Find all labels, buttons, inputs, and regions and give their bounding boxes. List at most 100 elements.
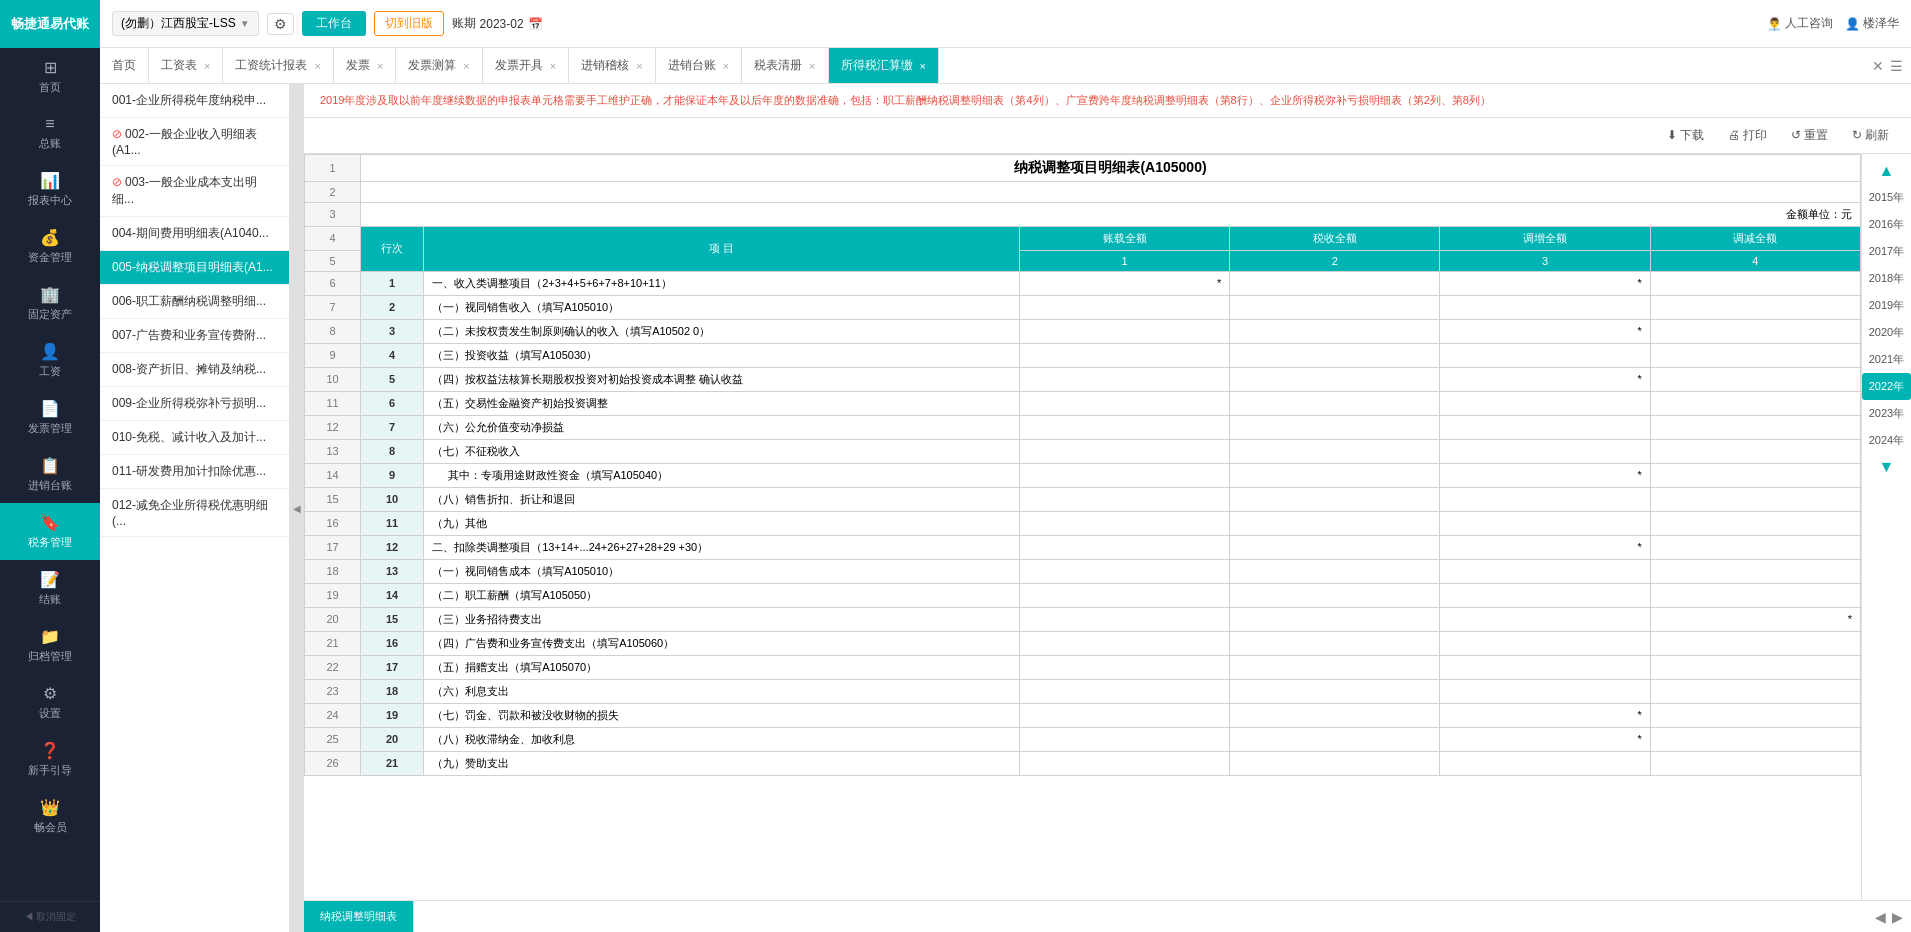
left-item-009[interactable]: 009-企业所得税弥补亏损明...: [100, 387, 289, 421]
sidebar-item-assets[interactable]: 🏢 固定资产: [0, 275, 100, 332]
workbench-btn[interactable]: 工作台: [302, 11, 366, 36]
user-menu[interactable]: 👤 楼泽华: [1845, 15, 1899, 32]
unit-cell: 金额单位：元: [361, 202, 1861, 226]
sidebar-item-invoice[interactable]: 📄 发票管理: [0, 389, 100, 446]
switch-version-btn[interactable]: 切到旧版: [374, 11, 444, 36]
tab-salary-close[interactable]: ×: [204, 60, 210, 72]
year-2015[interactable]: 2015年: [1862, 184, 1911, 211]
left-item-002[interactable]: ⊘002-一般企业收入明细表(A1...: [100, 118, 289, 166]
table-row: 7 2 （一）视同销售收入（填写A105010）: [305, 295, 1861, 319]
year-2023[interactable]: 2023年: [1862, 400, 1911, 427]
tab-tax-clear-close[interactable]: ×: [809, 60, 815, 72]
bottom-scroll-right-btn[interactable]: ▶: [1892, 909, 1903, 925]
close-period-icon: 📝: [40, 570, 60, 589]
sidebar-item-close[interactable]: 📝 结账: [0, 560, 100, 617]
panel-collapse-handle[interactable]: ◀: [290, 84, 304, 932]
tab-income-tax[interactable]: 所得税汇算缴 ×: [829, 48, 939, 84]
table-row: 22 17 （五）捐赠支出（填写A105070）: [305, 655, 1861, 679]
tabs-close-btn[interactable]: ✕: [1872, 58, 1884, 74]
year-up-btn[interactable]: ▲: [1875, 158, 1899, 184]
col1-header: 账载全额: [1019, 226, 1229, 250]
sidebar-item-archive[interactable]: 📁 归档管理: [0, 617, 100, 674]
notice-bar: 2019年度涉及取以前年度继续数据的申报表单元格需要手工维护正确，才能保证本年及…: [304, 84, 1911, 118]
year-2021[interactable]: 2021年: [1862, 346, 1911, 373]
left-item-010[interactable]: 010-免税、减计收入及加计...: [100, 421, 289, 455]
left-panel: 001-企业所得税年度纳税申... ⊘002-一般企业收入明细表(A1... ⊘…: [100, 84, 290, 932]
sidebar-item-settings[interactable]: ⚙ 设置: [0, 674, 100, 731]
left-item-001[interactable]: 001-企业所得税年度纳税申...: [100, 84, 289, 118]
sidebar-item-sales[interactable]: 📋 进销台账: [0, 446, 100, 503]
col3-num: 3: [1440, 250, 1650, 271]
spreadsheet-container[interactable]: 1 纳税调整项目明细表(A105000) 2 3 金额单位：元: [304, 154, 1861, 901]
sidebar-item-tax[interactable]: 🔖 税务管理: [0, 503, 100, 560]
year-2017[interactable]: 2017年: [1862, 238, 1911, 265]
tab-invoice-issue[interactable]: 发票开具 ×: [483, 48, 569, 84]
sidebar-item-guide[interactable]: ❓ 新手引导: [0, 731, 100, 788]
tab-invoice-calc[interactable]: 发票测算 ×: [396, 48, 482, 84]
tab-invoice[interactable]: 发票 ×: [334, 48, 396, 84]
tab-invoice-issue-close[interactable]: ×: [550, 60, 556, 72]
left-item-011[interactable]: 011-研发费用加计扣除优惠...: [100, 455, 289, 489]
vip-icon: 👑: [40, 798, 60, 817]
download-btn[interactable]: ⬇ 下载: [1661, 124, 1710, 147]
tab-salary-report-close[interactable]: ×: [314, 60, 320, 72]
left-item-006[interactable]: 006-职工薪酬纳税调整明细...: [100, 285, 289, 319]
tab-tax-clear[interactable]: 税表清册 ×: [742, 48, 828, 84]
table-row: 12 7 （六）公允价值变动净损益: [305, 415, 1861, 439]
tab-home[interactable]: 首页: [100, 48, 149, 84]
sidebar-item-home[interactable]: ⊞ 首页: [0, 48, 100, 105]
service-btn[interactable]: 👨‍💼 人工咨询: [1767, 15, 1833, 32]
col3-header: 调增全额: [1440, 226, 1650, 250]
year-2022[interactable]: 2022年: [1862, 373, 1911, 400]
error-dot-003: ⊘: [112, 175, 122, 189]
bottom-scroll-left-btn[interactable]: ◀: [1875, 909, 1886, 925]
content-area: 001-企业所得税年度纳税申... ⊘002-一般企业收入明细表(A1... ⊘…: [100, 84, 1911, 932]
tab-sales-check-close[interactable]: ×: [636, 60, 642, 72]
tab-sales-check[interactable]: 进销稽核 ×: [569, 48, 655, 84]
sidebar-item-ledger[interactable]: ≡ 总账: [0, 105, 100, 161]
tabs-more-btn[interactable]: ☰: [1890, 58, 1903, 74]
year-2018[interactable]: 2018年: [1862, 265, 1911, 292]
sidebar-collapse-btn[interactable]: ◀ 取消固定: [0, 901, 100, 932]
tab-sales-ledger[interactable]: 进销台账 ×: [656, 48, 742, 84]
calendar-icon[interactable]: 📅: [528, 17, 543, 31]
print-btn[interactable]: 🖨 打印: [1722, 124, 1773, 147]
sidebar-item-report[interactable]: 📊 报表中心: [0, 161, 100, 218]
tab-sales-ledger-close[interactable]: ×: [723, 60, 729, 72]
table-row: 17 12 二、扣除类调整项目（13+14+...24+26+27+28+29 …: [305, 535, 1861, 559]
service-icon: 👨‍💼: [1767, 17, 1782, 31]
left-item-008[interactable]: 008-资产折旧、摊销及纳税...: [100, 353, 289, 387]
tab-income-tax-close[interactable]: ×: [920, 60, 926, 72]
left-item-012[interactable]: 012-减免企业所得税优惠明细(...: [100, 489, 289, 537]
sidebar-item-salary[interactable]: 👤 工资: [0, 332, 100, 389]
left-item-005[interactable]: 005-纳税调整项目明细表(A1...: [100, 251, 289, 285]
bottom-tab-tax-adjust[interactable]: 纳税调整明细表: [304, 901, 414, 933]
tab-invoice-close[interactable]: ×: [377, 60, 383, 72]
left-item-003[interactable]: ⊘003-一般企业成本支出明细...: [100, 166, 289, 217]
year-2020[interactable]: 2020年: [1862, 319, 1911, 346]
topbar: (勿删）江西股宝-LSS ▼ ⚙ 工作台 切到旧版 账期 2023-02 📅 👨…: [100, 0, 1911, 48]
table-row: 8 3 （二）未按权责发生制原则确认的收入（填写A10502 0） *: [305, 319, 1861, 343]
company-settings-btn[interactable]: ⚙: [267, 13, 294, 35]
tab-salary[interactable]: 工资表 ×: [149, 48, 223, 84]
sidebar-item-finance[interactable]: 💰 资金管理: [0, 218, 100, 275]
left-item-004[interactable]: 004-期间费用明细表(A1040...: [100, 217, 289, 251]
left-item-007[interactable]: 007-广告费和业务宣传费附...: [100, 319, 289, 353]
download-icon: ⬇: [1667, 128, 1677, 142]
sidebar-item-vip[interactable]: 👑 畅会员: [0, 788, 100, 845]
company-selector[interactable]: (勿删）江西股宝-LSS ▼: [112, 11, 259, 36]
year-2024[interactable]: 2024年: [1862, 427, 1911, 454]
year-2016[interactable]: 2016年: [1862, 211, 1911, 238]
year-down-btn[interactable]: ▼: [1875, 454, 1899, 480]
year-2019[interactable]: 2019年: [1862, 292, 1911, 319]
tab-salary-report[interactable]: 工资统计报表 ×: [223, 48, 333, 84]
refresh-btn[interactable]: ↻ 刷新: [1846, 124, 1895, 147]
refresh-icon: ↻: [1852, 128, 1862, 142]
main-area: (勿删）江西股宝-LSS ▼ ⚙ 工作台 切到旧版 账期 2023-02 📅 👨…: [100, 0, 1911, 932]
col4-header: 调减全额: [1650, 226, 1860, 250]
row-5-num: 5: [305, 250, 361, 271]
table-row: 19 14 （二）职工薪酬（填写A105050）: [305, 583, 1861, 607]
reset-btn[interactable]: ↺ 重置: [1785, 124, 1834, 147]
app-logo: 畅捷通易代账: [0, 0, 100, 48]
tab-invoice-calc-close[interactable]: ×: [463, 60, 469, 72]
